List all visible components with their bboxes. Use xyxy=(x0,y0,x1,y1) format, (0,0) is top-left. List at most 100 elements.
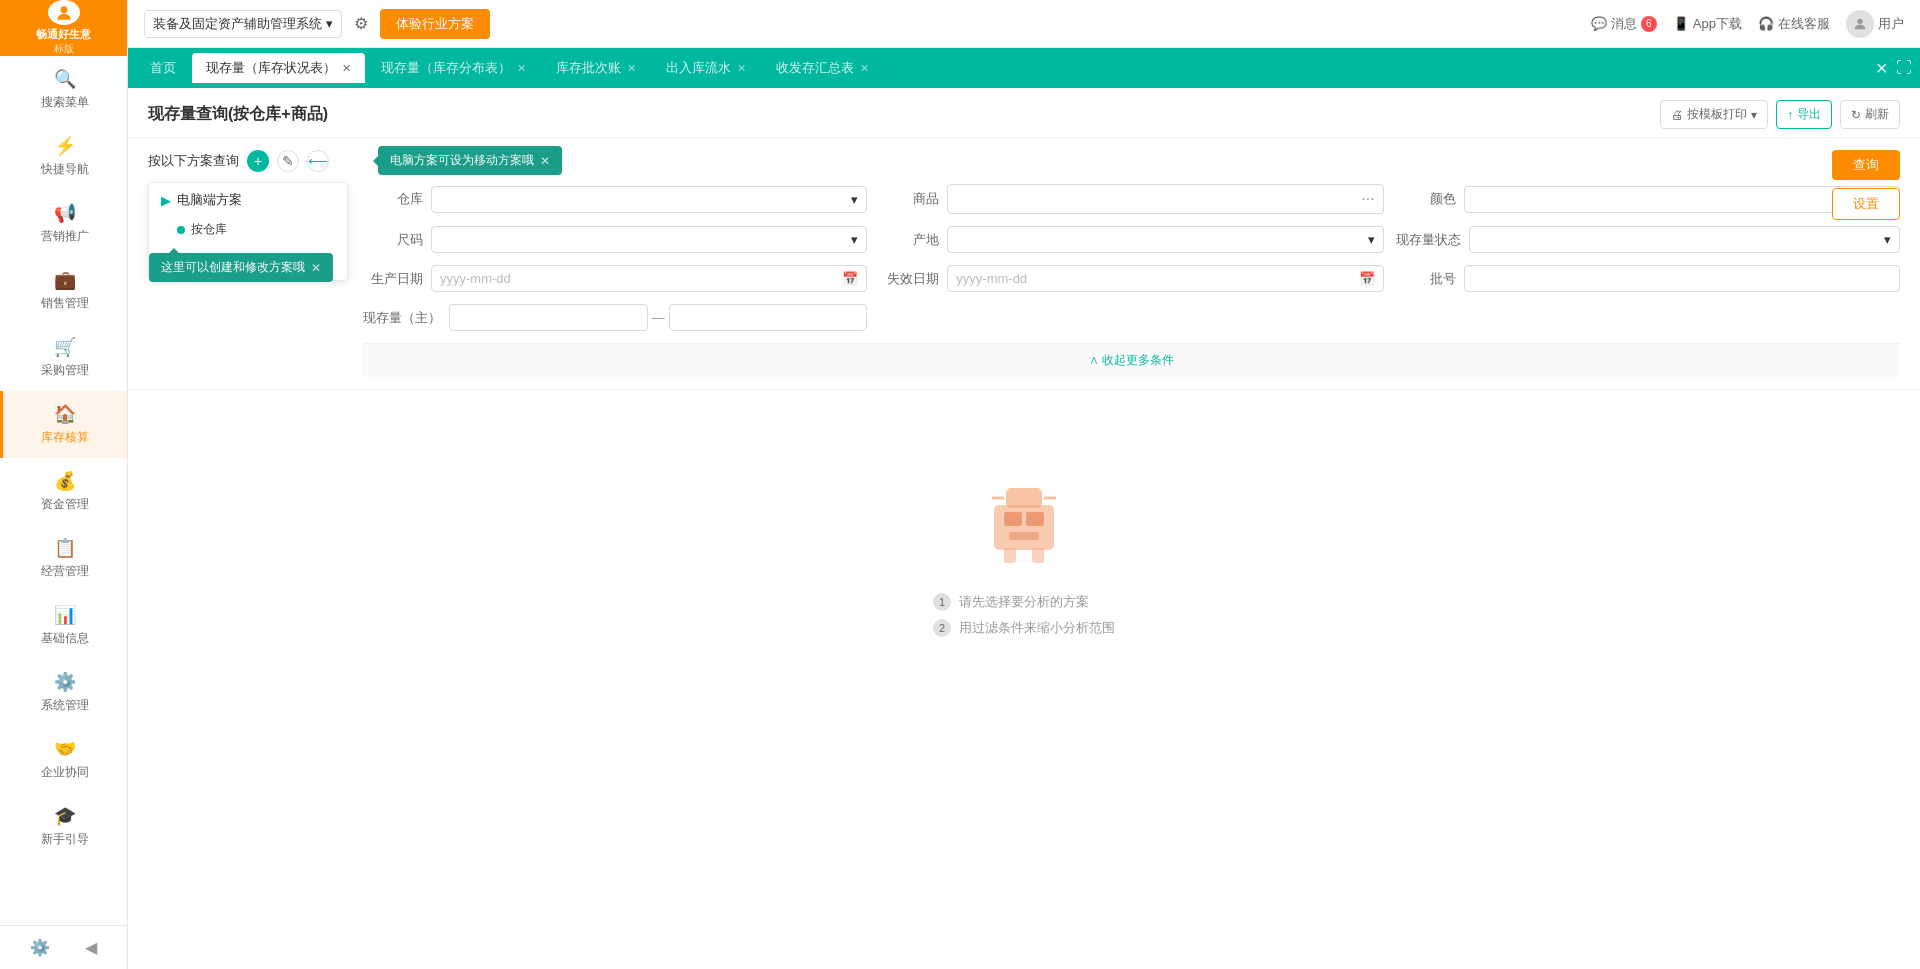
page-title: 现存量查询(按仓库+商品) xyxy=(148,104,328,125)
sidebar-item-search[interactable]: 🔍 搜索菜单 xyxy=(0,56,127,123)
produce-date-input[interactable]: yyyy-mm-dd 📅 xyxy=(431,265,867,292)
sidebar-item-sales[interactable]: 💼 销售管理 xyxy=(0,257,127,324)
message-label: 消息 xyxy=(1611,15,1637,33)
sidebar-item-purchase[interactable]: 🛒 采购管理 xyxy=(0,324,127,391)
tab-inventory-dist[interactable]: 现存量（库存分布表） ✕ xyxy=(367,53,540,83)
sidebar-nav: 🔍 搜索菜单 ⚡ 快捷导航 📢 营销推广 💼 销售管理 🛒 采购管理 🏠 库存核… xyxy=(0,56,127,925)
filter-rows-container: 仓库 ▾ 商品 ··· 颜色 xyxy=(363,184,1900,331)
scheme-arrow-icon: ▶ xyxy=(161,193,171,208)
empty-illustration xyxy=(974,470,1074,573)
sidebar-item-system[interactable]: ⚙️ 系统管理 xyxy=(0,659,127,726)
tab-inventory-status[interactable]: 现存量（库存状况表） ✕ xyxy=(192,53,365,83)
filter-row-3: 生产日期 yyyy-mm-dd 📅 失效日期 yyyy-mm-dd 📅 xyxy=(363,265,1900,292)
svg-rect-6 xyxy=(1006,488,1042,508)
origin-label: 产地 xyxy=(879,231,939,249)
trial-button[interactable]: 体验行业方案 xyxy=(380,9,490,39)
tab-inout-close[interactable]: ✕ xyxy=(737,62,746,75)
tab-summary-close[interactable]: ✕ xyxy=(860,62,869,75)
stock-qty-from[interactable] xyxy=(449,304,648,331)
tab-batch-close[interactable]: ✕ xyxy=(627,62,636,75)
produce-date-calendar-icon[interactable]: 📅 xyxy=(842,271,858,286)
svg-rect-10 xyxy=(1032,548,1044,563)
settings-icon[interactable]: ⚙ xyxy=(354,14,368,33)
sidebar-item-guide[interactable]: 🎓 新手引导 xyxy=(0,793,127,860)
sidebar-item-quicknav[interactable]: ⚡ 快捷导航 xyxy=(0,123,127,190)
stock-qty-to[interactable] xyxy=(669,304,868,331)
expire-date-input[interactable]: yyyy-mm-dd 📅 xyxy=(947,265,1383,292)
sidebar-item-enterprise[interactable]: 🤝 企业协同 xyxy=(0,726,127,793)
stock-qty-range: — xyxy=(449,304,867,331)
system-icon: ⚙️ xyxy=(54,671,76,693)
tab-close-all-icon[interactable]: ✕ xyxy=(1875,59,1888,78)
top-header: 装备及固定资产辅助管理系统 ▾ ⚙ 体验行业方案 💬 消息 6 📱 App下载 … xyxy=(128,0,1920,48)
edit-tooltip-close[interactable]: ✕ xyxy=(311,261,321,275)
sidebar-item-inventory[interactable]: 🏠 库存核算 xyxy=(0,391,127,458)
stock-status-select[interactable]: ▾ xyxy=(1469,226,1900,253)
sales-icon: 💼 xyxy=(54,269,76,291)
refresh-button[interactable]: ↻ 刷新 xyxy=(1840,100,1900,129)
page-actions: 🖨 按模板打印 ▾ ↑ 导出 ↻ 刷新 xyxy=(1660,100,1900,129)
edit-scheme-button[interactable]: ✎ xyxy=(277,150,299,172)
export-button[interactable]: ↑ 导出 xyxy=(1776,100,1832,129)
origin-select[interactable]: ▾ xyxy=(947,226,1383,253)
filter-cell-expire-date: 失效日期 yyyy-mm-dd 📅 xyxy=(879,265,1383,292)
search-button[interactable]: 查询 xyxy=(1832,150,1900,180)
produce-date-label: 生产日期 xyxy=(363,270,423,288)
tab-inventory-status-close[interactable]: ✕ xyxy=(342,62,351,75)
expire-date-placeholder: yyyy-mm-dd xyxy=(956,271,1027,286)
scheme-item-desktop[interactable]: ▶ 电脑端方案 xyxy=(149,183,347,217)
collapse-bar[interactable]: ∧ 收起更多条件 xyxy=(363,343,1900,377)
add-scheme-button[interactable]: + xyxy=(247,150,269,172)
tab-fullscreen-icon[interactable]: ⛶ xyxy=(1896,59,1912,77)
back-scheme-button[interactable]: ⟵ xyxy=(307,150,329,172)
add-tooltip-close[interactable]: ✕ xyxy=(540,154,550,168)
finance-icon: 💰 xyxy=(54,470,76,492)
app-name: 畅通好生意 xyxy=(36,27,91,42)
svg-rect-3 xyxy=(1004,512,1022,526)
product-dots-icon[interactable]: ··· xyxy=(1361,190,1374,208)
filter-section: 按以下方案查询 + ✎ ⟵ 电脑方案可设为移动方案哦 ✕ ▶ 电脑端方案 xyxy=(128,138,1920,390)
empty-step-2: 2 用过滤条件来缩小分析范围 xyxy=(933,619,1115,637)
product-input-wrapper[interactable]: ··· xyxy=(947,184,1383,214)
tab-summary[interactable]: 收发存汇总表 ✕ xyxy=(762,53,883,83)
batch-input[interactable] xyxy=(1464,265,1900,292)
produce-date-placeholder: yyyy-mm-dd xyxy=(440,271,511,286)
tab-home[interactable]: 首页 xyxy=(136,53,190,83)
online-service-action[interactable]: 🎧 在线客服 xyxy=(1758,15,1830,33)
print-button[interactable]: 🖨 按模板打印 ▾ xyxy=(1660,100,1768,129)
sidebar-item-finance[interactable]: 💰 资金管理 xyxy=(0,458,127,525)
app-download-action[interactable]: 📱 App下载 xyxy=(1673,15,1742,33)
expire-date-calendar-icon[interactable]: 📅 xyxy=(1359,271,1375,286)
tab-summary-label: 收发存汇总表 xyxy=(776,59,854,77)
system-selector[interactable]: 装备及固定资产辅助管理系统 ▾ xyxy=(144,10,342,38)
sidebar: 畅通好生意 标版 🔍 搜索菜单 ⚡ 快捷导航 📢 营销推广 💼 销售管理 🛒 采… xyxy=(0,0,128,969)
color-label: 颜色 xyxy=(1396,190,1456,208)
message-action[interactable]: 💬 消息 6 xyxy=(1591,15,1657,33)
warehouse-select[interactable]: ▾ xyxy=(431,186,867,213)
sidebar-item-marketing[interactable]: 📢 营销推广 xyxy=(0,190,127,257)
tab-home-label: 首页 xyxy=(150,59,176,77)
tab-batch[interactable]: 库存批次账 ✕ xyxy=(542,53,650,83)
filter-cell-color: 颜色 ▾ xyxy=(1396,186,1900,213)
inventory-icon: 🏠 xyxy=(54,403,76,425)
sidebar-item-operations[interactable]: 📋 经营管理 xyxy=(0,525,127,592)
empty-steps: 1 请先选择要分析的方案 2 用过滤条件来缩小分析范围 xyxy=(933,593,1115,645)
refresh-label: 刷新 xyxy=(1865,106,1889,123)
scheme-sub-label: 按仓库 xyxy=(191,221,227,238)
size-select[interactable]: ▾ xyxy=(431,226,867,253)
collapse-label: 收起更多条件 xyxy=(1102,353,1174,367)
user-action[interactable]: 用户 xyxy=(1846,10,1904,38)
sidebar-item-basic[interactable]: 📊 基础信息 xyxy=(0,592,127,659)
sidebar-item-guide-label: 新手引导 xyxy=(41,831,89,848)
page-header: 现存量查询(按仓库+商品) 🖨 按模板打印 ▾ ↑ 导出 ↻ 刷新 xyxy=(128,88,1920,138)
headset-icon: 🎧 xyxy=(1758,16,1774,31)
tab-inventory-dist-close[interactable]: ✕ xyxy=(517,62,526,75)
tab-inout[interactable]: 出入库流水 ✕ xyxy=(652,53,760,83)
step-1-text: 请先选择要分析的方案 xyxy=(959,593,1089,611)
settings-bottom-icon[interactable]: ⚙️ xyxy=(30,938,50,957)
sidebar-item-quicknav-label: 快捷导航 xyxy=(41,161,89,178)
collapse-sidebar-icon[interactable]: ◀ xyxy=(85,938,97,957)
step-2-num: 2 xyxy=(933,619,951,637)
reset-button[interactable]: 设置 xyxy=(1832,188,1900,220)
app-logo: 畅通好生意 标版 xyxy=(0,0,127,56)
